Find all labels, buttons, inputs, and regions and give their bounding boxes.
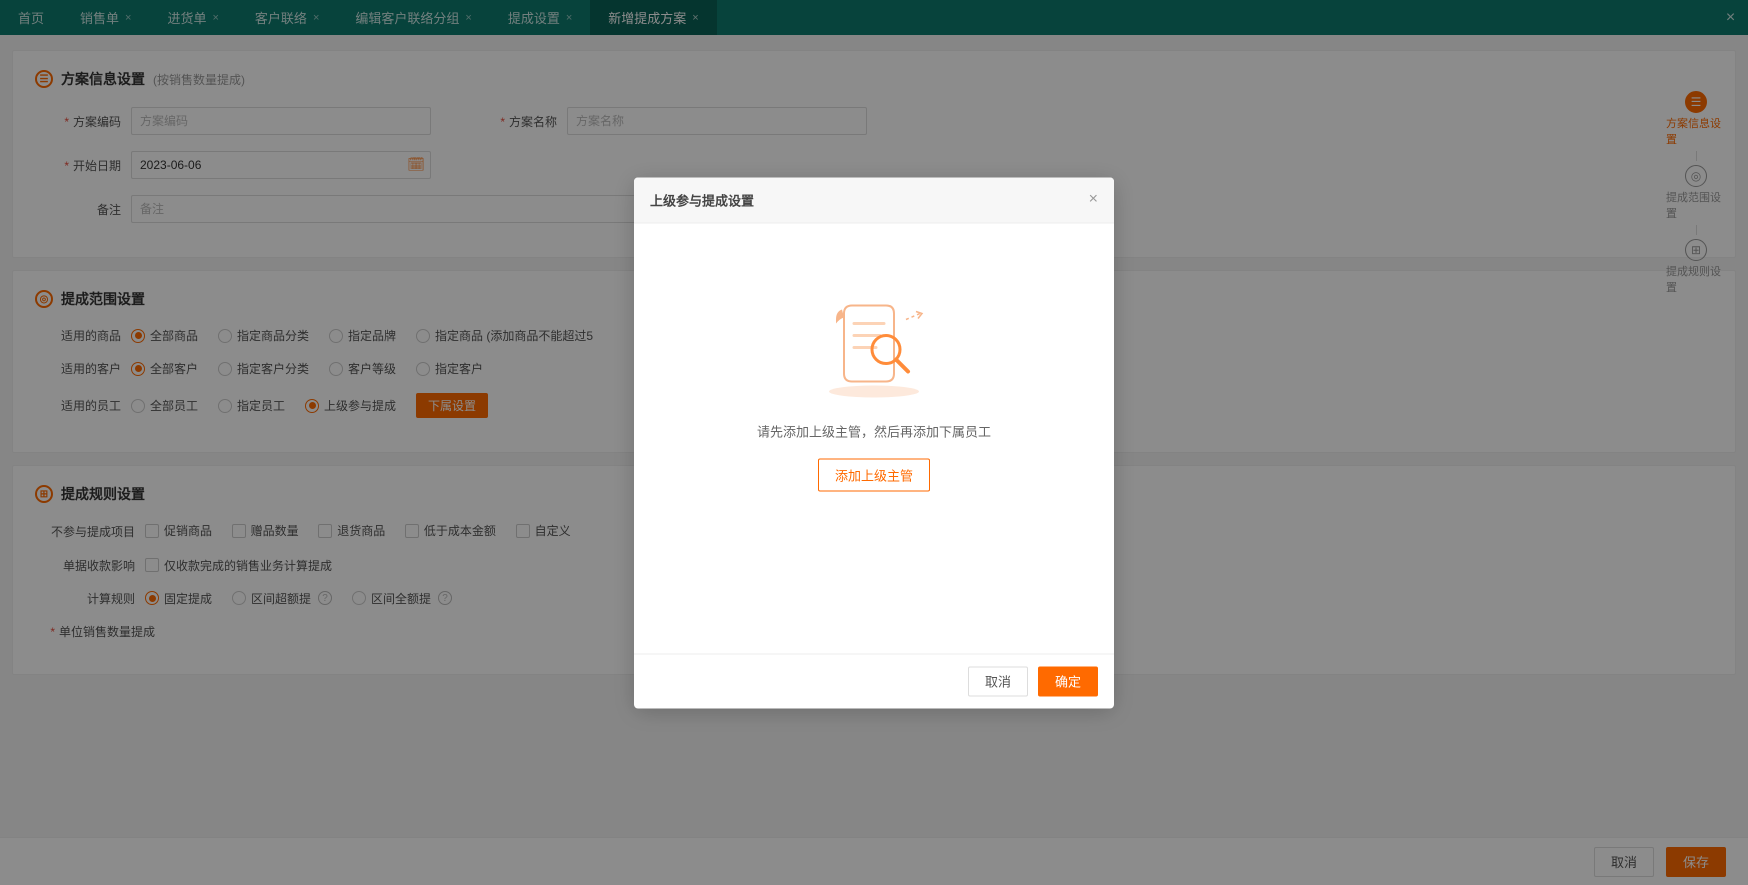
modal-body: 请先添加上级主管，然后再添加下属员工 添加上级主管 — [634, 223, 1114, 653]
modal-cancel-button[interactable]: 取消 — [968, 666, 1028, 696]
modal-empty-text: 请先添加上级主管，然后再添加下属员工 — [757, 421, 991, 440]
modal-header: 上级参与提成设置 × — [634, 177, 1114, 223]
modal-ok-button[interactable]: 确定 — [1038, 666, 1098, 696]
modal-footer: 取消 确定 — [634, 653, 1114, 708]
modal-close-icon[interactable]: × — [1089, 191, 1098, 209]
superior-settings-modal: 上级参与提成设置 × 请先添加上级主管，然后再添加下属员工 添加上级主管 取消 … — [634, 177, 1114, 708]
empty-state-icon — [814, 283, 934, 403]
add-superior-button[interactable]: 添加上级主管 — [818, 458, 930, 491]
modal-title: 上级参与提成设置 — [650, 190, 754, 209]
